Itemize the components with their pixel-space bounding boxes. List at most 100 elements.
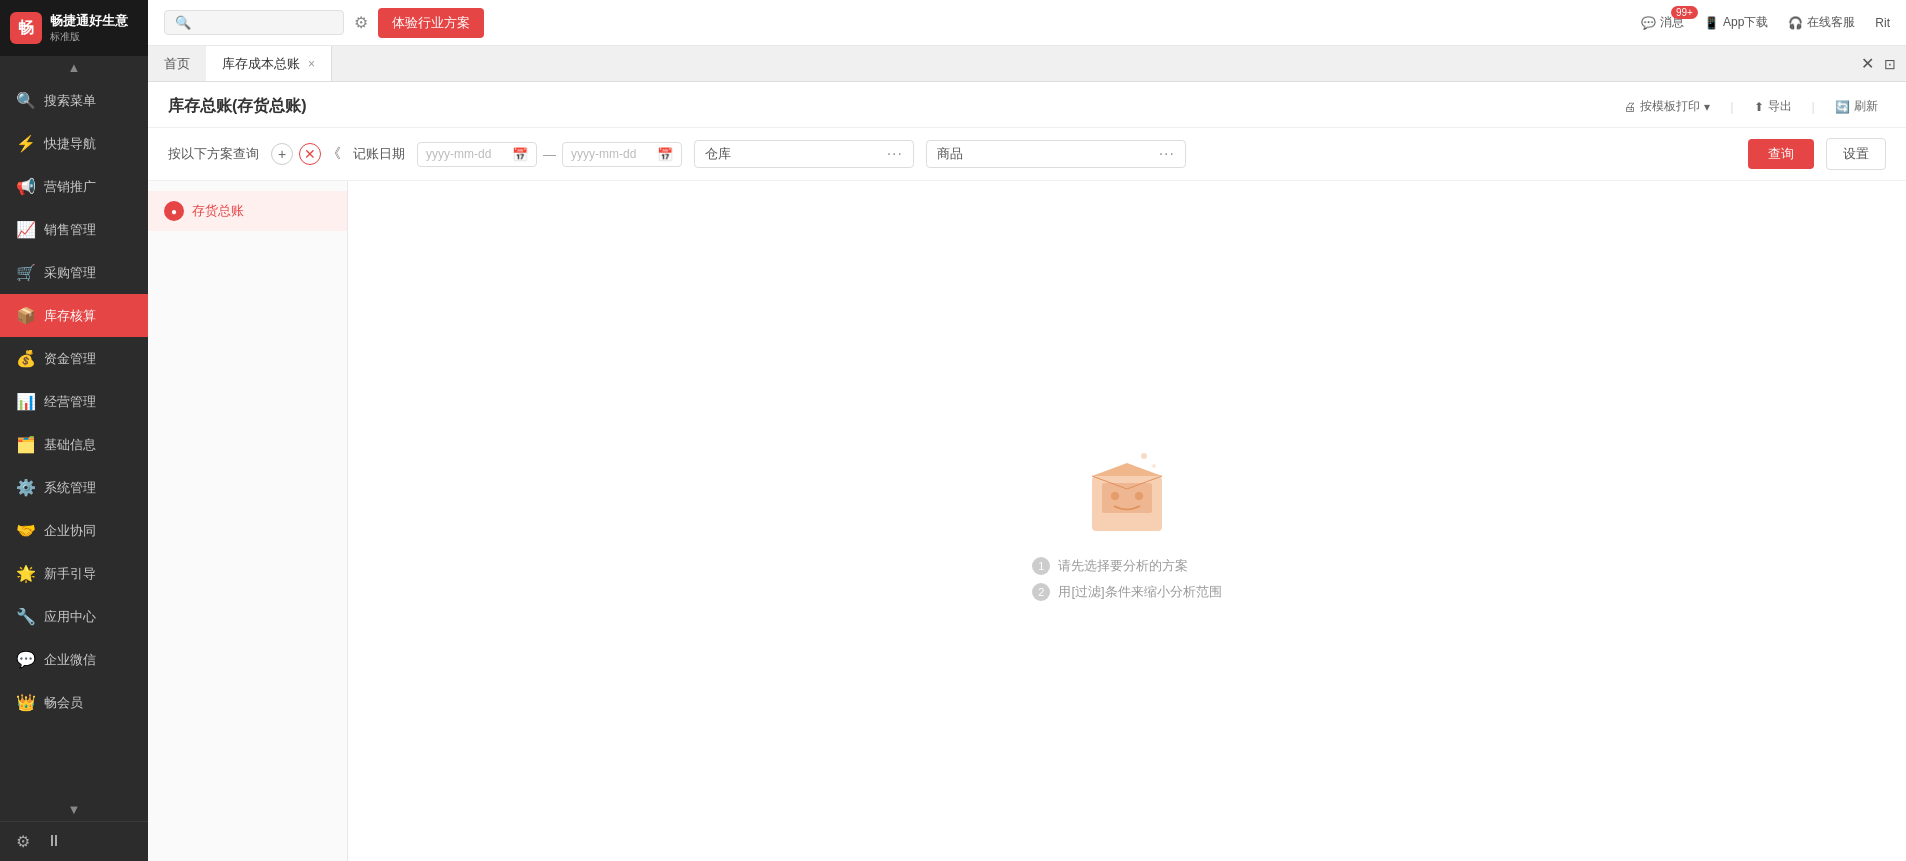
search-icon: 🔍 — [16, 91, 34, 110]
sidebar-item-quicknav[interactable]: ⚡ 快捷导航 — [0, 122, 148, 165]
industry-button[interactable]: 体验行业方案 — [378, 8, 484, 38]
hint-num-2: 2 — [1032, 583, 1050, 601]
sidebar-item-appcenter[interactable]: 🔧 应用中心 — [0, 595, 148, 638]
tab-home-label: 首页 — [164, 55, 190, 73]
warehouse-select[interactable]: 仓库 ··· — [694, 140, 914, 168]
message-badge: 99+ — [1671, 6, 1698, 19]
sidebar-item-member[interactable]: 👑 畅会员 — [0, 681, 148, 724]
lightning-icon: ⚡ — [16, 134, 34, 153]
sidebar-item-newbie[interactable]: 🌟 新手引导 — [0, 552, 148, 595]
hint-item-1: 1 请先选择要分析的方案 — [1032, 557, 1221, 575]
export-button[interactable]: ⬆ 导出 — [1746, 94, 1800, 119]
online-service-button[interactable]: 🎧 在线客服 — [1788, 14, 1855, 31]
panel-close-button[interactable]: ✕ — [1861, 54, 1874, 73]
date-to-placeholder: yyyy-mm-dd — [571, 147, 636, 161]
export-icon: ⬆ — [1754, 100, 1764, 114]
query-button[interactable]: 查询 — [1748, 139, 1814, 169]
chevron-down-icon: ▾ — [1704, 100, 1710, 114]
page-title: 库存总账(存货总账) — [168, 96, 307, 117]
product-label: 商品 — [937, 145, 963, 163]
search-icon: 🔍 — [175, 15, 191, 30]
inventory-icon: 📦 — [16, 306, 34, 325]
date-range: yyyy-mm-dd 📅 — yyyy-mm-dd 📅 — [417, 142, 682, 167]
scheme-panel: ● 存货总账 — [148, 181, 348, 861]
close-area: ✕ ⊡ — [1851, 48, 1906, 79]
message-icon: 💬 — [1641, 16, 1656, 30]
times-icon: ✕ — [304, 146, 316, 162]
sidebar-item-search[interactable]: 🔍 搜索菜单 — [0, 79, 148, 122]
user-menu[interactable]: Rit — [1875, 16, 1890, 30]
action-divider: | — [1730, 99, 1733, 114]
settings-button[interactable]: 设置 — [1826, 138, 1886, 170]
marketing-icon: 📢 — [16, 177, 34, 196]
sidebar-item-purchase[interactable]: 🛒 采购管理 — [0, 251, 148, 294]
tab-inventory-ledger[interactable]: 库存成本总账 × — [206, 46, 332, 81]
message-button[interactable]: 💬 消息 99+ — [1641, 14, 1684, 31]
system-icon: ⚙️ — [16, 478, 34, 497]
finance-icon: 💰 — [16, 349, 34, 368]
panel-resize-button[interactable]: ⊡ — [1884, 56, 1896, 72]
topbar: 🔍 ⚙ 体验行业方案 💬 消息 99+ 📱 App下载 🎧 在线客服 Rit — [148, 0, 1906, 46]
sidebar-item-system[interactable]: ⚙️ 系统管理 — [0, 466, 148, 509]
sidebar-item-label: 快捷导航 — [44, 135, 96, 153]
sidebar-item-basic[interactable]: 🗂️ 基础信息 — [0, 423, 148, 466]
print-template-button[interactable]: 🖨 按模板打印 ▾ — [1616, 94, 1718, 119]
filter-add-button[interactable]: + — [271, 143, 293, 165]
warehouse-more-icon[interactable]: ··· — [887, 145, 903, 163]
print-icon: 🖨 — [1624, 100, 1636, 114]
newbie-icon: 🌟 — [16, 564, 34, 583]
empty-box-illustration — [1072, 441, 1182, 541]
sidebar-item-finance[interactable]: 💰 资金管理 — [0, 337, 148, 380]
app-download-label: App下载 — [1723, 14, 1768, 31]
sidebar-item-label: 基础信息 — [44, 436, 96, 454]
sidebar-item-operation[interactable]: 📊 经营管理 — [0, 380, 148, 423]
topbar-gear-icon[interactable]: ⚙ — [354, 13, 368, 32]
sidebar-item-marketing[interactable]: 📢 营销推广 — [0, 165, 148, 208]
date-from-placeholder: yyyy-mm-dd — [426, 147, 491, 161]
sidebar-item-wecom[interactable]: 💬 企业微信 — [0, 638, 148, 681]
app-icon: 📱 — [1704, 16, 1719, 30]
hint-text-2: 用[过滤]条件来缩小分析范围 — [1058, 583, 1221, 601]
svg-point-6 — [1111, 492, 1119, 500]
calendar-to-icon[interactable]: 📅 — [657, 147, 673, 162]
action-divider2: | — [1812, 99, 1815, 114]
scroll-up-arrow[interactable]: ▲ — [0, 56, 148, 79]
refresh-button[interactable]: 🔄 刷新 — [1827, 94, 1886, 119]
sidebar-item-corp[interactable]: 🤝 企业协同 — [0, 509, 148, 552]
topbar-search-box[interactable]: 🔍 — [164, 10, 344, 35]
product-more-icon[interactable]: ··· — [1159, 145, 1175, 163]
date-to-input[interactable]: yyyy-mm-dd 📅 — [562, 142, 682, 167]
settings-icon[interactable]: ⚙ — [16, 832, 30, 851]
main-body: ● 存货总账 — [148, 181, 1906, 861]
date-from-input[interactable]: yyyy-mm-dd 📅 — [417, 142, 537, 167]
print-label: 按模板打印 — [1640, 98, 1700, 115]
product-select[interactable]: 商品 ··· — [926, 140, 1186, 168]
collapse-icon: 《 — [327, 145, 341, 161]
refresh-label: 刷新 — [1854, 98, 1878, 115]
basic-icon: 🗂️ — [16, 435, 34, 454]
filter-action-buttons: + ✕ 《 — [271, 143, 341, 165]
filter-collapse-button[interactable]: 《 — [327, 145, 341, 163]
filter-delete-button[interactable]: ✕ — [299, 143, 321, 165]
tab-home[interactable]: 首页 — [148, 46, 206, 81]
calendar-from-icon[interactable]: 📅 — [512, 147, 528, 162]
sidebar-item-label: 系统管理 — [44, 479, 96, 497]
collapse-icon[interactable]: ⏸ — [46, 832, 62, 851]
scroll-down-arrow[interactable]: ▼ — [0, 798, 148, 821]
tab-close-button[interactable]: × — [308, 57, 315, 71]
sidebar-item-inventory[interactable]: 📦 库存核算 — [0, 294, 148, 337]
app-download-button[interactable]: 📱 App下载 — [1704, 14, 1768, 31]
date-label: 记账日期 — [353, 145, 405, 163]
hint-text-1: 请先选择要分析的方案 — [1058, 557, 1188, 575]
sidebar-item-label: 畅会员 — [44, 694, 83, 712]
purchase-icon: 🛒 — [16, 263, 34, 282]
sidebar-item-sales[interactable]: 📈 销售管理 — [0, 208, 148, 251]
scheme-item-stock-ledger[interactable]: ● 存货总账 — [148, 191, 347, 231]
empty-state: 1 请先选择要分析的方案 2 用[过滤]条件来缩小分析范围 — [1032, 441, 1221, 601]
plus-icon: + — [278, 146, 286, 162]
empty-hints: 1 请先选择要分析的方案 2 用[过滤]条件来缩小分析范围 — [1032, 557, 1221, 601]
warehouse-label: 仓库 — [705, 145, 731, 163]
content-area: 库存总账(存货总账) 🖨 按模板打印 ▾ | ⬆ 导出 | 🔄 刷新 — [148, 82, 1906, 861]
sidebar-item-label: 库存核算 — [44, 307, 96, 325]
main-area: 🔍 ⚙ 体验行业方案 💬 消息 99+ 📱 App下载 🎧 在线客服 Rit — [148, 0, 1906, 861]
